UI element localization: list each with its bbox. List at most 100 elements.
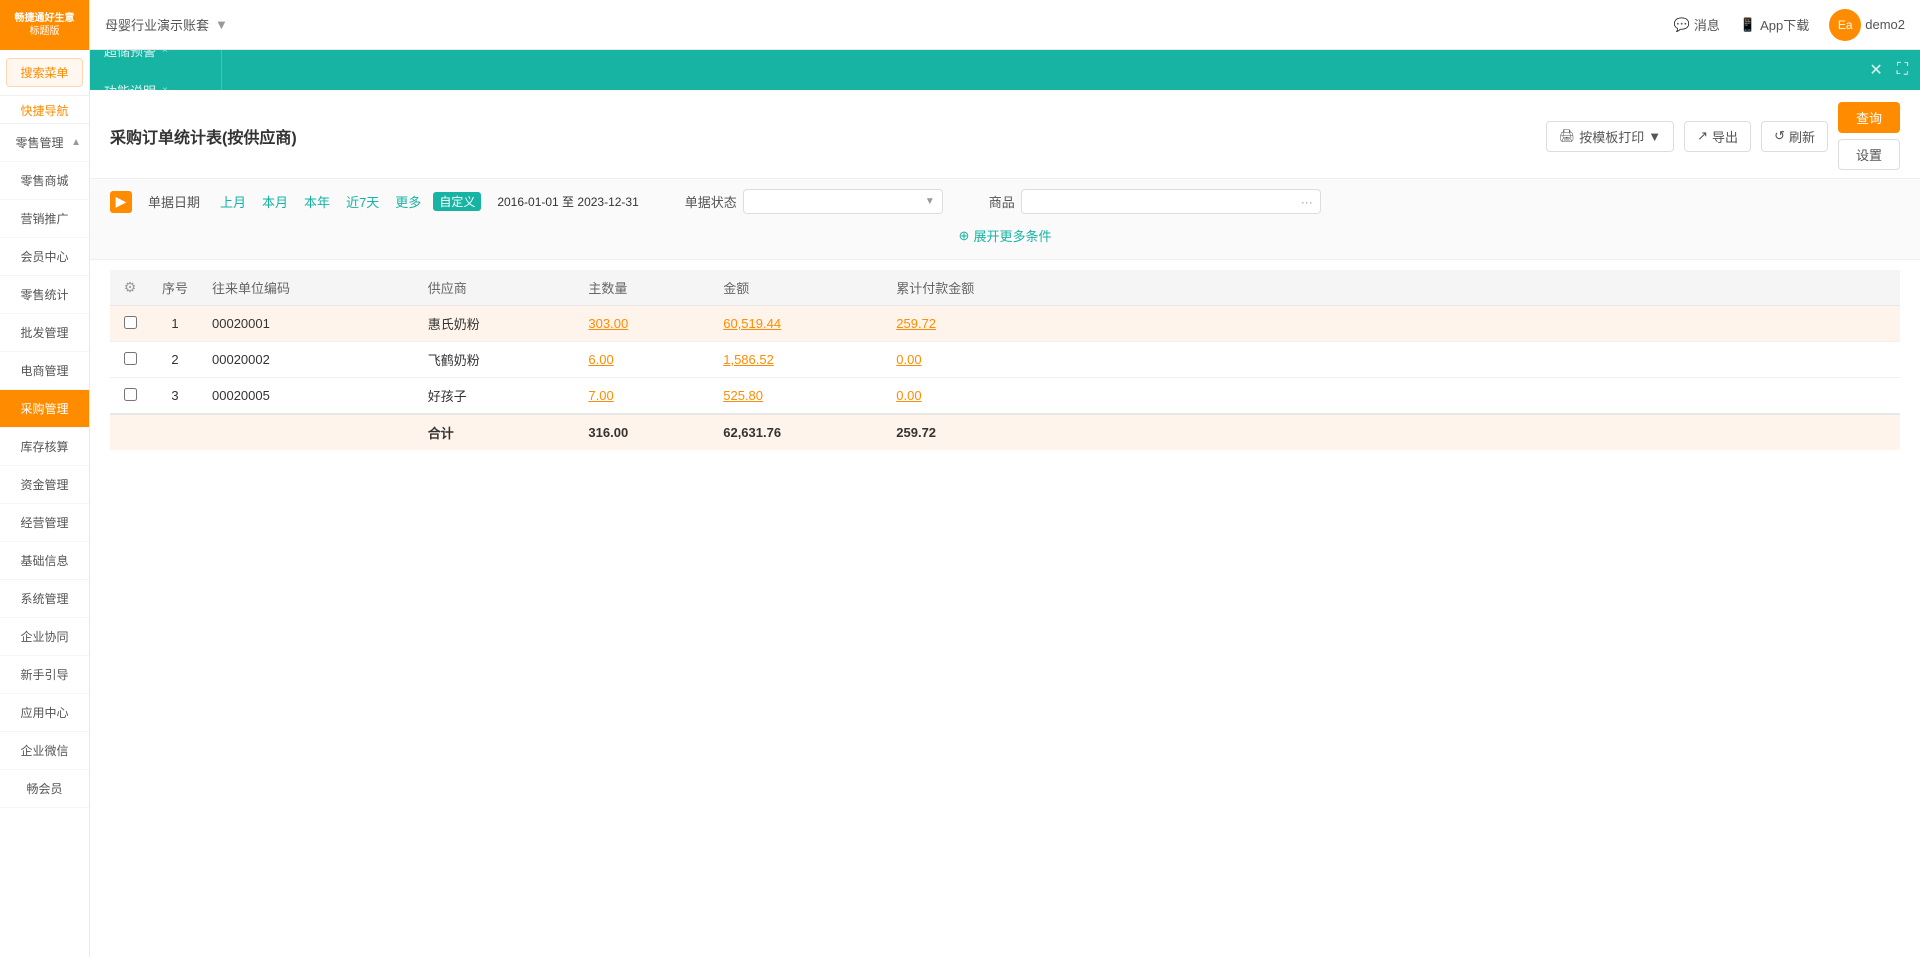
row-empty-1 [1100,342,1900,378]
footer-label: 合计 [416,414,577,450]
status-select[interactable] [743,189,943,214]
export-icon: ↗ [1697,128,1708,144]
sidebar-item-corp-wechat[interactable]: 企业微信 [0,732,89,770]
tab-function-desc[interactable]: 功能说明 × [90,70,222,90]
column-settings-icon[interactable]: ⚙ [124,279,137,295]
sidebar-item-retail-store[interactable]: 零售商城 [0,162,89,200]
row-paid-amount-0[interactable]: 259.72 [884,306,1100,342]
sidebar-item-label-fund-mgmt: 资金管理 [8,476,81,493]
sidebar-item-label-inventory-check: 库存核算 [8,438,81,455]
sidebar-item-vip-member[interactable]: 畅会员 [0,770,89,808]
amount-column-header: 金额 [711,270,884,306]
search-menu-button[interactable]: 搜索菜单 [6,58,83,87]
template-print-button[interactable]: 🖨 按模板打印 ▼ [1546,121,1674,152]
row-checkbox-2[interactable] [110,378,150,415]
sidebar-item-retail-mgmt[interactable]: 零售管理▲ [0,124,89,162]
sidebar-item-label-retail-store: 零售商城 [8,172,81,189]
sidebar-item-label-member-center: 会员中心 [8,248,81,265]
expand-icon: ⊕ [959,228,970,244]
tab-close-function-desc[interactable]: × [162,85,168,91]
this-month-shortcut[interactable]: 本月 [258,191,292,212]
refresh-button[interactable]: ↺ 刷新 [1761,121,1828,152]
row-paid-amount-1[interactable]: 0.00 [884,342,1100,378]
sidebar-item-fund-mgmt[interactable]: 资金管理 [0,466,89,504]
row-checkbox-1[interactable] [110,342,150,378]
workspace-selector[interactable]: 母婴行业演示账套 ▼ [105,15,228,34]
sidebar-item-label-new-guide: 新手引导 [8,666,81,683]
close-tab-button[interactable]: ✕ [1865,56,1886,84]
row-paid-amount-2[interactable]: 0.00 [884,378,1100,415]
row-main-qty-2[interactable]: 7.00 [576,378,711,415]
sidebar-item-app-center[interactable]: 应用中心 [0,694,89,732]
sidebar-item-label-marketing: 营销推广 [8,210,81,227]
table-header: ⚙ 序号 往来单位编码 供应商 主数量 金额 累计付款金额 [110,270,1900,306]
main-qty-column-header: 主数量 [576,270,711,306]
goods-filter: 商品 ··· [989,189,1321,214]
footer-amount: 62,631.76 [711,414,884,450]
download-icon: 📱 [1740,17,1756,33]
more-dates-shortcut[interactable]: 更多 [391,191,425,212]
last-7-days-shortcut[interactable]: 近7天 [342,191,383,212]
sidebar: 畅捷通好生意 标题版 搜索菜单 快捷导航 零售管理▲零售商城营销推广会员中心零售… [0,0,90,957]
table-row: 200020002飞鹤奶粉6.001,586.520.00 [110,342,1900,378]
export-button[interactable]: ↗ 导出 [1684,121,1751,152]
query-button[interactable]: 查询 [1838,102,1900,133]
sidebar-item-marketing[interactable]: 营销推广 [0,200,89,238]
date-range-display: 2016-01-01 至 2023-12-31 [497,193,638,210]
sidebar-item-label-corp-wechat: 企业微信 [8,742,81,759]
table-row: 100020001惠氏奶粉303.0060,519.44259.72 [110,306,1900,342]
tab-label-function-desc: 功能说明 [104,81,156,91]
quick-nav-label-area: 快捷导航 [0,96,89,124]
table-wrapper: ⚙ 序号 往来单位编码 供应商 主数量 金额 累计付款金额 100020001惠… [90,270,1920,470]
sidebar-item-member-center[interactable]: 会员中心 [0,238,89,276]
tab-overstock-warning[interactable]: 超储预警 × [90,50,222,70]
row-amount-0[interactable]: 60,519.44 [711,306,884,342]
sidebar-item-retail-stats[interactable]: 零售统计 [0,276,89,314]
sidebar-item-ops-mgmt[interactable]: 经营管理 [0,504,89,542]
row-supplier-0: 惠氏奶粉 [416,306,577,342]
tab-bar: 首页收发存汇总表×要货单统计表×可用量库存账本×保质期查询×超储预警×功能说明×… [90,50,1920,90]
row-amount-1[interactable]: 1,586.52 [711,342,884,378]
main-area: 母婴行业演示账套 ▼ 💬 消息 📱 App下载 Ea demo2 首页收发存汇总… [90,0,1920,957]
sidebar-item-purchase-mgmt[interactable]: 采购管理 [0,390,89,428]
row-index-2: 3 [150,378,200,415]
filter-toggle-button[interactable]: ▶ [110,191,132,213]
this-year-shortcut[interactable]: 本年 [300,191,334,212]
goods-input[interactable] [1021,189,1321,214]
settings-button[interactable]: 设置 [1838,139,1900,170]
sidebar-item-ecommerce-mgmt[interactable]: 电商管理 [0,352,89,390]
sidebar-item-label-wholesale-mgmt: 批发管理 [8,324,81,341]
app-download-button[interactable]: 📱 App下载 [1740,15,1809,34]
tab-label-overstock-warning: 超储预警 [104,50,156,60]
status-filter: 单据状态 ▼ [685,189,943,214]
sidebar-item-corp-collab[interactable]: 企业协同 [0,618,89,656]
maximize-tab-button[interactable]: ⛶ [1893,57,1912,83]
table-row: 300020005好孩子7.00525.800.00 [110,378,1900,415]
last-month-shortcut[interactable]: 上月 [216,191,250,212]
date-filter-label: 单据日期 [148,192,200,211]
row-amount-2[interactable]: 525.80 [711,378,884,415]
row-main-qty-1[interactable]: 6.00 [576,342,711,378]
custom-date-tag[interactable]: 自定义 [433,192,481,211]
sidebar-item-system-mgmt[interactable]: 系统管理 [0,580,89,618]
page-title: 采购订单统计表(按供应商) [110,124,297,148]
paid-amount-column-header: 累计付款金额 [884,270,1100,306]
row-main-qty-0[interactable]: 303.00 [576,306,711,342]
sidebar-item-label-retail-stats: 零售统计 [8,286,81,303]
goods-more-icon[interactable]: ··· [1301,195,1313,209]
sidebar-item-basic-info[interactable]: 基础信息 [0,542,89,580]
tab-close-overstock-warning[interactable]: × [162,50,168,56]
sidebar-item-label-vip-member: 畅会员 [8,780,81,797]
message-button[interactable]: 💬 消息 [1674,15,1720,34]
sidebar-item-new-guide[interactable]: 新手引导 [0,656,89,694]
sidebar-item-label-app-center: 应用中心 [8,704,81,721]
sidebar-item-wholesale-mgmt[interactable]: 批发管理 [0,314,89,352]
sidebar-item-inventory-check[interactable]: 库存核算 [0,428,89,466]
user-profile[interactable]: Ea demo2 [1829,9,1905,41]
settings-column-header: ⚙ [110,270,150,306]
page-header: 采购订单统计表(按供应商) 🖨 按模板打印 ▼ ↗ 导出 ↺ 刷新 查询 设置 [90,90,1920,179]
expand-more-button[interactable]: ⊕ 展开更多条件 [959,222,1052,249]
supplier-column-header: 供应商 [416,270,577,306]
sidebar-item-label-corp-collab: 企业协同 [8,628,81,645]
row-checkbox-0[interactable] [110,306,150,342]
